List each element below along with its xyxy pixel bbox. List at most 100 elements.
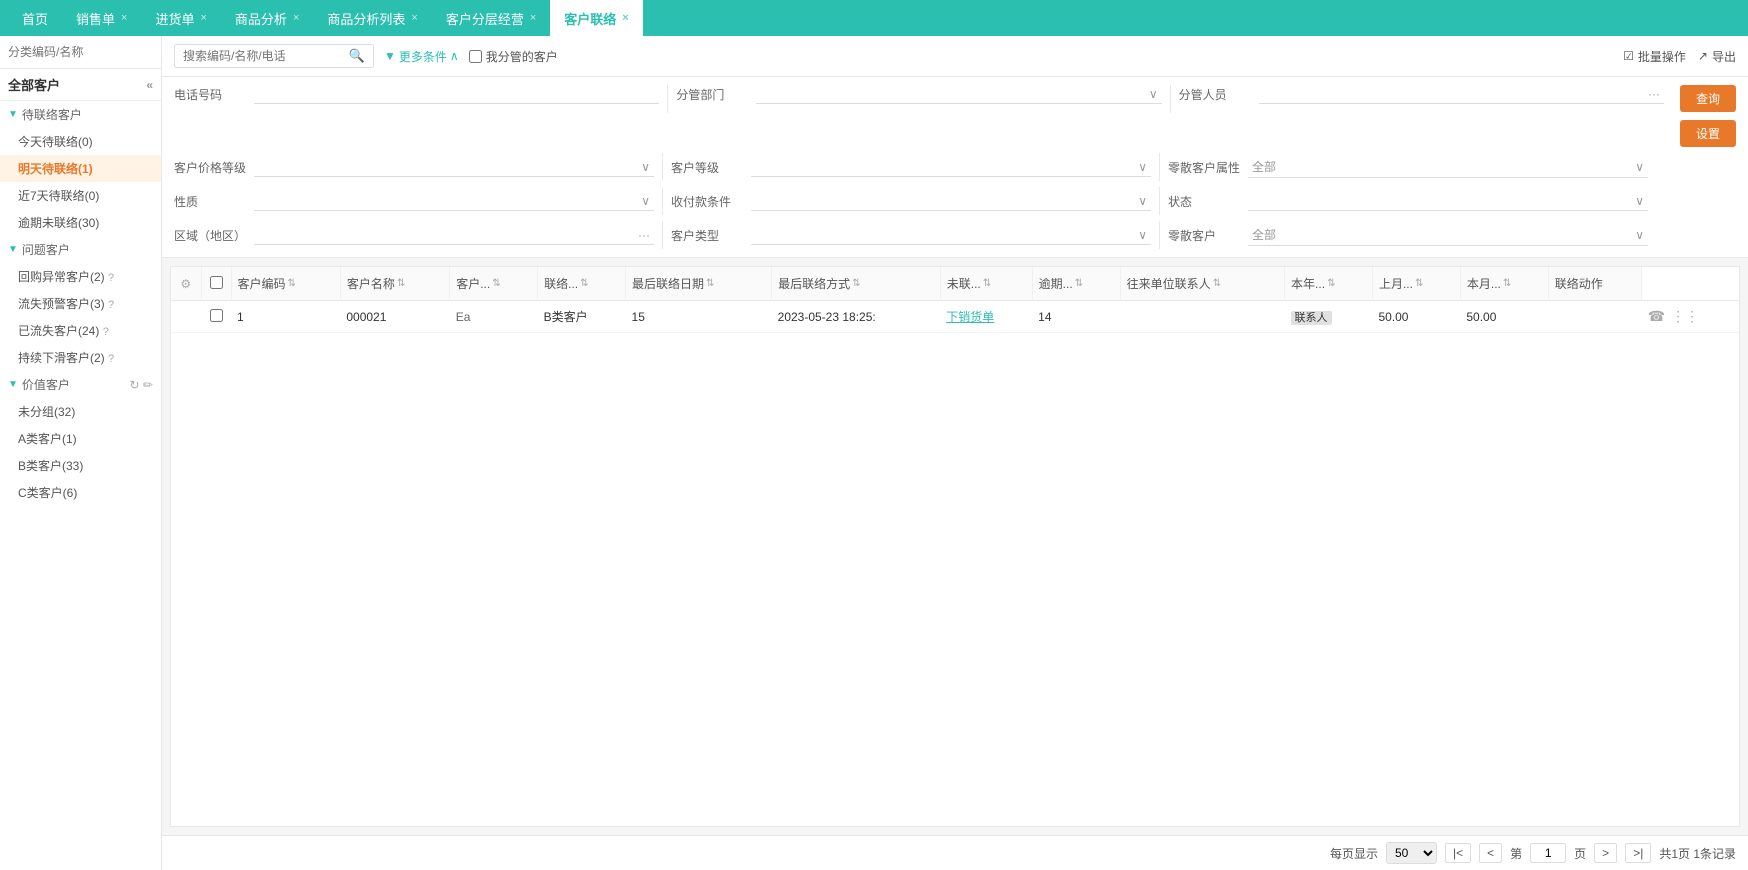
main-search-input[interactable] (183, 49, 349, 63)
col-gear[interactable]: ⚙ (171, 267, 201, 301)
col-contact-person[interactable]: 往来单位联系人 ⇅ (1120, 267, 1284, 301)
col-contact-count[interactable]: 联络... ⇅ (538, 267, 626, 301)
select-region[interactable]: ··· (254, 226, 654, 245)
nav-product-analysis-list[interactable]: 商品分析列表 × (313, 0, 431, 36)
last-page-btn[interactable]: >| (1625, 843, 1651, 863)
query-button[interactable]: 查询 (1680, 85, 1736, 112)
next-page-btn[interactable]: > (1594, 843, 1617, 863)
my-customer-checkbox[interactable] (469, 50, 482, 63)
sidebar-item-churn-warning[interactable]: 流失预警客户(3) ? (0, 290, 161, 317)
sidebar-group-problem[interactable]: ▼ 问题客户 (0, 236, 161, 263)
nav-product-list-close[interactable]: × (411, 12, 417, 24)
select-person[interactable]: ··· (1259, 85, 1664, 104)
sort-icon-name: ⇅ (397, 278, 405, 289)
cell-this-month (1548, 301, 1641, 333)
per-page-select[interactable]: 50 100 200 (1386, 842, 1437, 864)
nav-sales-close[interactable]: × (121, 12, 127, 24)
sort-icon-code: ⇅ (288, 278, 296, 289)
select-retail-attr[interactable]: 全部 ∨ (1248, 156, 1648, 178)
sidebar-group-pending[interactable]: ▼ 待联络客户 (0, 101, 161, 128)
sidebar-item-repurchase-anomaly[interactable]: 回购异常客户(2) ? (0, 263, 161, 290)
action-phone-icon[interactable]: ☎ (1648, 308, 1665, 325)
sidebar-item-ungrouped[interactable]: 未分组(32) (0, 398, 161, 425)
select-all-checkbox[interactable] (210, 276, 223, 289)
sidebar-item-overdue[interactable]: 逾期未联络(30) (0, 209, 161, 236)
sidebar-group-value[interactable]: ▼ 价值客户 ↻ ✏ (0, 371, 161, 398)
label-customer-level: 客户等级 (671, 159, 751, 176)
col-overdue[interactable]: 逾期... ⇅ (1032, 267, 1120, 301)
nav-customer-contact-close[interactable]: × (622, 12, 628, 24)
col-last-month[interactable]: 上月... ⇅ (1372, 267, 1460, 301)
chevron-down-icon-9: ∨ (1635, 228, 1644, 242)
main-search-icon[interactable]: 🔍 (349, 48, 365, 64)
select-payment-terms[interactable]: ∨ (751, 192, 1151, 211)
sidebar-item-class-a[interactable]: A类客户(1) (0, 425, 161, 452)
nav-purchase[interactable]: 进货单 × (141, 0, 220, 36)
chevron-down-icon-5: ∨ (641, 194, 650, 208)
divider4 (1159, 153, 1160, 181)
nav-customer-layer-close[interactable]: × (530, 12, 536, 24)
select-status[interactable]: ∨ (1248, 192, 1648, 211)
select-retail-customer[interactable]: 全部 ∨ (1248, 224, 1648, 246)
sidebar-item-class-b[interactable]: B类客户(33) (0, 452, 161, 479)
row-select-checkbox[interactable] (210, 309, 223, 322)
select-nature[interactable]: ∨ (254, 192, 654, 211)
select-price-level[interactable]: ∨ (254, 158, 654, 177)
nav-sales[interactable]: 销售单 × (62, 0, 141, 36)
nav-purchase-close[interactable]: × (200, 12, 206, 24)
arrow-icon-2: ▼ (8, 244, 18, 255)
input-phone[interactable] (254, 85, 659, 104)
select-customer-level[interactable]: ∨ (751, 158, 1151, 177)
bulk-action-btn[interactable]: ☑ 批量操作 (1623, 48, 1686, 65)
sort-icon-overdue: ⇅ (1075, 278, 1083, 289)
col-last-contact-method[interactable]: 最后联络方式 ⇅ (772, 267, 941, 301)
col-uncontacted[interactable]: 未联... ⇅ (940, 267, 1032, 301)
chevron-down-icon-6: ∨ (1138, 194, 1147, 208)
label-status: 状态 (1168, 193, 1248, 210)
sidebar: 🔍 全部客户 « ▼ 待联络客户 今天待联络(0) 明天待联络(1) 近7天待联… (0, 36, 162, 870)
divider3 (662, 153, 663, 181)
cell-contact-person: 联系人 (1285, 301, 1373, 333)
right-actions: ☑ 批量操作 ↗ 导出 (1623, 48, 1736, 65)
bulk-icon: ☑ (1623, 49, 1634, 63)
sidebar-item-churned[interactable]: 已流失客户(24) ? (0, 317, 161, 344)
more-filter-btn[interactable]: ▼ 更多条件 ∧ (384, 48, 459, 65)
sidebar-search-input[interactable] (8, 45, 162, 59)
nav-customer-contact[interactable]: 客户联络 × (550, 0, 642, 36)
nav-product-analysis[interactable]: 商品分析 × (221, 0, 313, 36)
sort-icon-method: ⇅ (852, 278, 860, 289)
sidebar-all-customers[interactable]: 全部客户 « (0, 69, 161, 101)
sidebar-item-class-c[interactable]: C类客户(6) (0, 479, 161, 506)
divider5 (662, 187, 663, 215)
label-payment-terms: 收付款条件 (671, 193, 751, 210)
prev-page-btn[interactable]: < (1479, 843, 1502, 863)
nav-customer-layer[interactable]: 客户分层经营 × (432, 0, 550, 36)
nav-product-analysis-close[interactable]: × (293, 12, 299, 24)
arrow-icon-3: ▼ (8, 379, 18, 390)
col-customer-type[interactable]: 客户... ⇅ (450, 267, 538, 301)
col-last-contact-date[interactable]: 最后联络日期 ⇅ (626, 267, 772, 301)
label-customer-type: 客户类型 (671, 227, 751, 244)
sidebar-item-tomorrow[interactable]: 明天待联络(1) (0, 155, 161, 182)
col-customer-code[interactable]: 客户编码 ⇅ (231, 267, 340, 301)
action-more-icon[interactable]: ⋮⋮ (1671, 308, 1699, 325)
chevron-down-icon-2: ∨ (641, 160, 650, 174)
cell-last-month: 50.00 (1460, 301, 1548, 333)
col-customer-name[interactable]: 客户名称 ⇅ (340, 267, 449, 301)
select-dept[interactable]: ∨ (756, 85, 1161, 104)
link-last-method[interactable]: 下销货单 (946, 310, 994, 324)
first-page-btn[interactable]: |< (1445, 843, 1471, 863)
settings-button[interactable]: 设置 (1680, 120, 1736, 147)
sidebar-collapse-btn[interactable]: « (146, 78, 153, 92)
select-customer-type[interactable]: ∨ (751, 226, 1151, 245)
sidebar-item-today[interactable]: 今天待联络(0) (0, 128, 161, 155)
chevron-down-icon-8: ∨ (1138, 228, 1147, 242)
export-btn[interactable]: ↗ 导出 (1698, 48, 1736, 65)
nav-home[interactable]: 首页 (8, 0, 62, 36)
top-navigation: 首页 销售单 × 进货单 × 商品分析 × 商品分析列表 × 客户分层经营 × … (0, 0, 1748, 36)
col-this-month[interactable]: 本月... ⇅ (1460, 267, 1548, 301)
sidebar-item-declining[interactable]: 持续下滑客户(2) ? (0, 344, 161, 371)
page-input[interactable] (1530, 843, 1566, 863)
col-this-year[interactable]: 本年... ⇅ (1285, 267, 1373, 301)
sidebar-item-7days[interactable]: 近7天待联络(0) (0, 182, 161, 209)
